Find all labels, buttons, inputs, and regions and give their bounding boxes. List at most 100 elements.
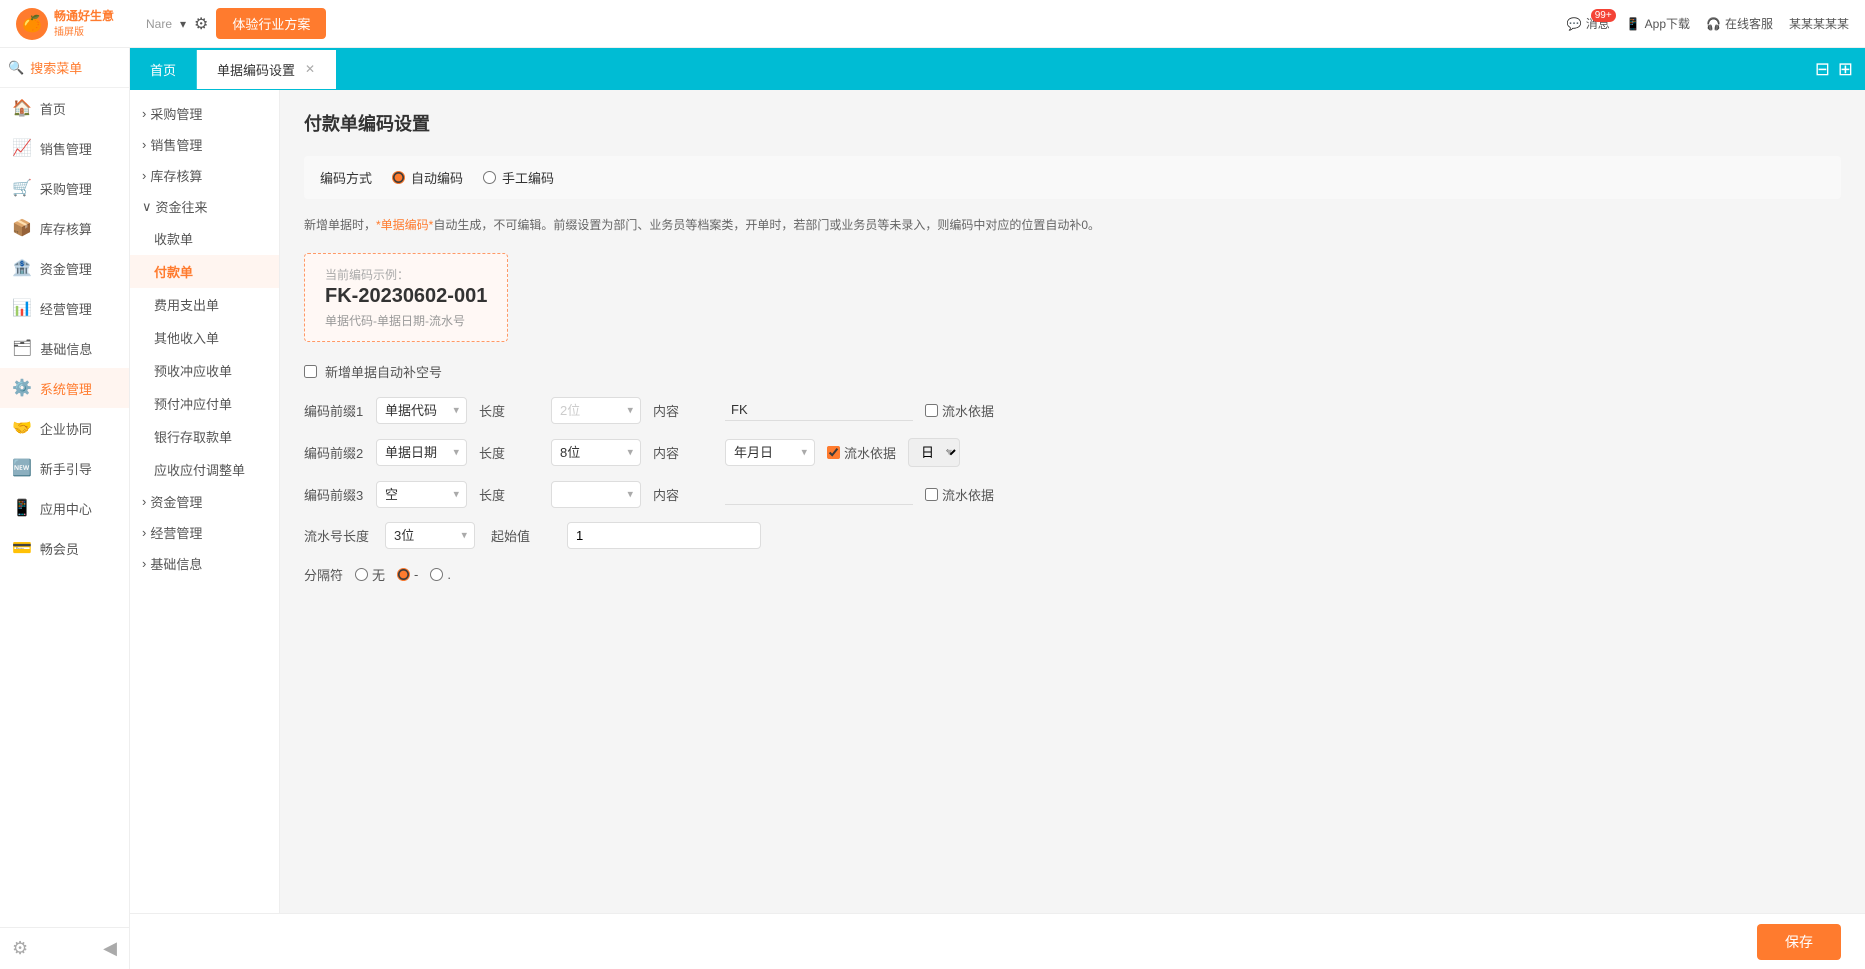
length-label-3: 长度: [479, 485, 539, 504]
sidebar-item-home[interactable]: 🏠 首页: [0, 88, 129, 128]
bottom-bar: 保存: [130, 913, 1865, 969]
auto-encode-radio[interactable]: [392, 171, 405, 184]
sidebar-item-guide[interactable]: 🆕 新手引导: [0, 448, 129, 488]
content-select-2[interactable]: 年月日 年月 年 月日: [725, 439, 815, 466]
sidebar-item-enterprise[interactable]: 🤝 企业协同: [0, 408, 129, 448]
sidebar-search[interactable]: 🔍 搜索菜单: [0, 48, 129, 88]
day-select[interactable]: 日 月 年: [908, 438, 960, 467]
tab-home[interactable]: 首页: [130, 50, 197, 89]
left-nav-fund-flow[interactable]: ∨ 资金往来: [130, 191, 279, 222]
sep-dash-option[interactable]: -: [397, 567, 418, 582]
tab-minimize-icon[interactable]: ⊟: [1815, 59, 1830, 80]
left-nav-bank[interactable]: 银行存取款单: [130, 420, 279, 453]
sidebar-item-fund[interactable]: 🏦 资金管理: [0, 248, 129, 288]
sidebar-item-system[interactable]: ⚙️ 系统管理: [0, 368, 129, 408]
chevron-right-icon-2: ›: [142, 137, 146, 152]
sidebar-item-apps[interactable]: 📱 应用中心: [0, 488, 129, 528]
manual-encode-option[interactable]: 手工编码: [483, 168, 554, 187]
settings-bottom-icon[interactable]: ⚙: [12, 938, 28, 959]
sidebar-item-purchase[interactable]: 🛒 采购管理: [0, 168, 129, 208]
length-label-2: 长度: [479, 443, 539, 462]
sidebar-item-inventory[interactable]: 📦 库存核算: [0, 208, 129, 248]
app-label: App下载: [1645, 15, 1690, 32]
prepay-recv-label: 预收冲应收单: [154, 364, 232, 379]
start-value-input[interactable]: [567, 522, 761, 549]
sidebar-item-sales[interactable]: 📈 销售管理: [0, 128, 129, 168]
tab-maximize-icon[interactable]: ⊞: [1838, 59, 1853, 80]
left-nav-fund-mgmt[interactable]: › 资金管理: [130, 486, 279, 517]
left-nav-expense[interactable]: 费用支出单: [130, 288, 279, 321]
length-select-3[interactable]: [551, 481, 641, 508]
sep-none-radio[interactable]: [355, 568, 368, 581]
left-nav-receipt[interactable]: 收款单: [130, 222, 279, 255]
left-nav-sales[interactable]: › 销售管理: [130, 129, 279, 160]
serial-checkbox-2[interactable]: [827, 446, 840, 459]
left-nav-prepay-recv[interactable]: 预收冲应收单: [130, 354, 279, 387]
example-code: FK-20230602-001: [325, 285, 487, 308]
topbar-dropdown-icon[interactable]: ▾: [180, 17, 186, 31]
prefix-row-3: 编码前缀3 单据代码 单据日期 部门 业务员 空 长度: [304, 481, 1841, 508]
serial-length-select[interactable]: 3位 4位 5位 6位: [385, 522, 475, 549]
topbar-online-service[interactable]: 🎧 在线客服: [1706, 15, 1773, 32]
collapse-icon[interactable]: ◀: [103, 938, 117, 959]
sep-none-option[interactable]: 无: [355, 565, 385, 584]
topbar-settings-icon[interactable]: ⚙: [194, 14, 208, 34]
length-select-2[interactable]: 6位 8位 10位: [551, 439, 641, 466]
topbar-message[interactable]: 💬 消息 99+: [1567, 15, 1610, 32]
prepay-pay-label: 预付冲应付单: [154, 397, 232, 412]
prefix-label-3: 编码前缀3: [304, 485, 364, 504]
enterprise-icon: 🤝: [12, 418, 32, 438]
sidebar-item-basic[interactable]: 🗂 基础信息: [0, 328, 129, 368]
left-nav-ops[interactable]: › 经营管理: [130, 517, 279, 548]
auto-fill-checkbox[interactable]: [304, 365, 317, 378]
length-select-1[interactable]: 2位: [551, 397, 641, 424]
sep-dash-radio[interactable]: [397, 568, 410, 581]
page-title: 付款单编码设置: [304, 110, 1841, 136]
left-nav-basic[interactable]: › 基础信息: [130, 548, 279, 579]
serial-checkbox-3[interactable]: [925, 488, 938, 501]
left-nav-inventory[interactable]: › 库存核算: [130, 160, 279, 191]
content-input-3[interactable]: [725, 483, 913, 505]
sidebar-search-label: 搜索菜单: [30, 58, 82, 77]
sidebar-item-member[interactable]: 💳 畅会员: [0, 528, 129, 568]
topbar-user: 某某某某某: [1789, 15, 1849, 32]
manual-encode-label: 手工编码: [502, 168, 554, 187]
serial-length-label: 流水号长度: [304, 526, 369, 545]
sidebar-home-label: 首页: [40, 99, 66, 118]
ops-icon: 📊: [12, 298, 32, 318]
info-text: 新增单据时，*单据编码*自动生成，不可编辑。前缀设置为部门、业务员等档案类，开单…: [304, 215, 1841, 237]
topbar-app-download[interactable]: 📱 App下载: [1626, 15, 1690, 32]
manual-encode-radio[interactable]: [483, 171, 496, 184]
sep-dot-radio[interactable]: [430, 568, 443, 581]
example-prefix: 当前编码示例：: [325, 266, 487, 283]
left-nav-purchase[interactable]: › 采购管理: [130, 98, 279, 129]
left-nav-other-income[interactable]: 其他收入单: [130, 321, 279, 354]
sidebar-guide-label: 新手引导: [40, 459, 92, 478]
inventory-icon: 📦: [12, 218, 32, 238]
tab-encode-setting[interactable]: 单据编码设置 ✕: [197, 50, 336, 89]
serial-checkbox-1[interactable]: [925, 404, 938, 417]
serial-check-1: 流水依据: [925, 401, 994, 420]
tab-close-icon[interactable]: ✕: [305, 62, 315, 76]
save-button[interactable]: 保存: [1757, 924, 1841, 960]
sep-dot-option[interactable]: .: [430, 567, 451, 582]
prefix-select-2[interactable]: 单据代码 单据日期 部门 业务员 空: [376, 439, 467, 466]
left-nav-adjust[interactable]: 应收应付调整单: [130, 453, 279, 486]
start-value-label: 起始值: [491, 526, 551, 545]
serial-check-3: 流水依据: [925, 485, 994, 504]
receipt-label: 收款单: [154, 232, 193, 247]
prefix-select-3[interactable]: 单据代码 单据日期 部门 业务员 空: [376, 481, 467, 508]
service-label: 在线客服: [1725, 15, 1773, 32]
fund-icon: 🏦: [12, 258, 32, 278]
chevron-right-icon-5: ›: [142, 525, 146, 540]
sidebar-item-ops[interactable]: 📊 经营管理: [0, 288, 129, 328]
auto-encode-option[interactable]: 自动编码: [392, 168, 463, 187]
topbar-action-button[interactable]: 体验行业方案: [216, 8, 326, 39]
content-input-1[interactable]: [725, 399, 913, 421]
left-nav-payment[interactable]: 付款单: [130, 255, 279, 288]
sidebar-sales-label: 销售管理: [40, 139, 92, 158]
sales-icon: 📈: [12, 138, 32, 158]
left-nav-purchase-label: 采购管理: [150, 104, 202, 123]
left-nav-prepay-pay[interactable]: 预付冲应付单: [130, 387, 279, 420]
prefix-select-1[interactable]: 单据代码 单据日期 部门 业务员 空: [376, 397, 467, 424]
